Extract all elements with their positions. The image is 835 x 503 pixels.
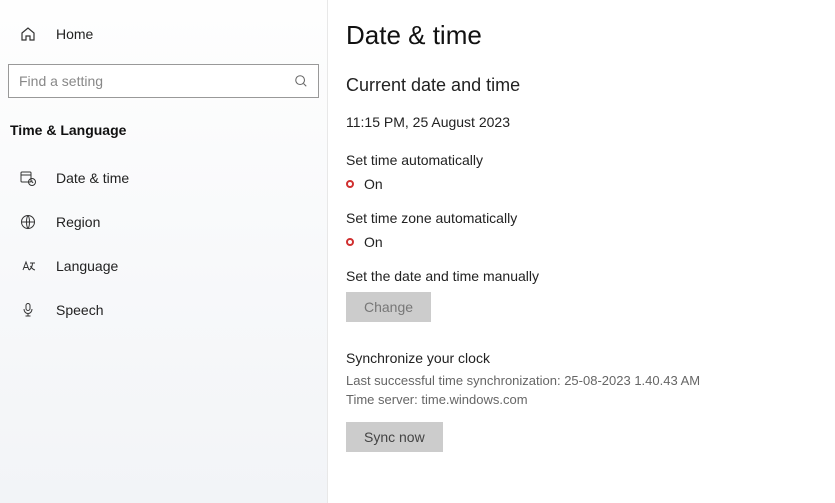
set-time-auto-state: On — [364, 176, 383, 192]
category-title: Time & Language — [8, 122, 319, 156]
toggle-knob — [333, 187, 347, 201]
sidebar-item-label: Speech — [56, 302, 103, 318]
highlight-box — [346, 238, 354, 246]
set-time-auto-label: Set time automatically — [346, 152, 817, 168]
search-input[interactable]: Find a setting — [8, 64, 319, 98]
sidebar-item-speech[interactable]: Speech — [8, 288, 319, 332]
sync-title: Synchronize your clock — [346, 350, 817, 366]
sidebar: Home Find a setting Time & Language Date… — [0, 0, 328, 503]
change-button[interactable]: Change — [346, 292, 431, 322]
time-server-text: Time server: time.windows.com — [346, 391, 817, 410]
page-title: Date & time — [346, 20, 817, 51]
current-datetime: 11:15 PM, 25 August 2023 — [346, 114, 817, 130]
main-panel: Date & time Current date and time 11:15 … — [328, 0, 835, 503]
sidebar-item-label: Region — [56, 214, 100, 230]
home-nav[interactable]: Home — [8, 20, 319, 48]
sync-section: Synchronize your clock Last successful t… — [346, 350, 817, 452]
highlight-box — [346, 180, 354, 188]
set-tz-auto-label: Set time zone automatically — [346, 210, 817, 226]
last-sync-text: Last successful time synchronization: 25… — [346, 372, 817, 391]
set-time-auto-row: On — [346, 176, 817, 192]
sidebar-item-label: Language — [56, 258, 118, 274]
set-tz-auto-state: On — [364, 234, 383, 250]
section-subtitle: Current date and time — [346, 75, 817, 96]
calendar-clock-icon — [20, 170, 36, 186]
home-icon — [20, 26, 36, 42]
sync-info: Last successful time synchronization: 25… — [346, 372, 817, 410]
search-placeholder: Find a setting — [19, 73, 103, 89]
globe-icon — [20, 214, 36, 230]
sidebar-item-date-time[interactable]: Date & time — [8, 156, 319, 200]
set-tz-auto-row: On — [346, 234, 817, 250]
sidebar-item-label: Date & time — [56, 170, 129, 186]
language-icon — [20, 258, 36, 274]
toggle-knob — [333, 245, 347, 259]
sidebar-item-language[interactable]: Language — [8, 244, 319, 288]
sidebar-item-region[interactable]: Region — [8, 200, 319, 244]
microphone-icon — [20, 302, 36, 318]
home-label: Home — [56, 26, 93, 42]
set-manual-label: Set the date and time manually — [346, 268, 817, 284]
search-icon — [294, 74, 308, 88]
sync-now-button[interactable]: Sync now — [346, 422, 443, 452]
